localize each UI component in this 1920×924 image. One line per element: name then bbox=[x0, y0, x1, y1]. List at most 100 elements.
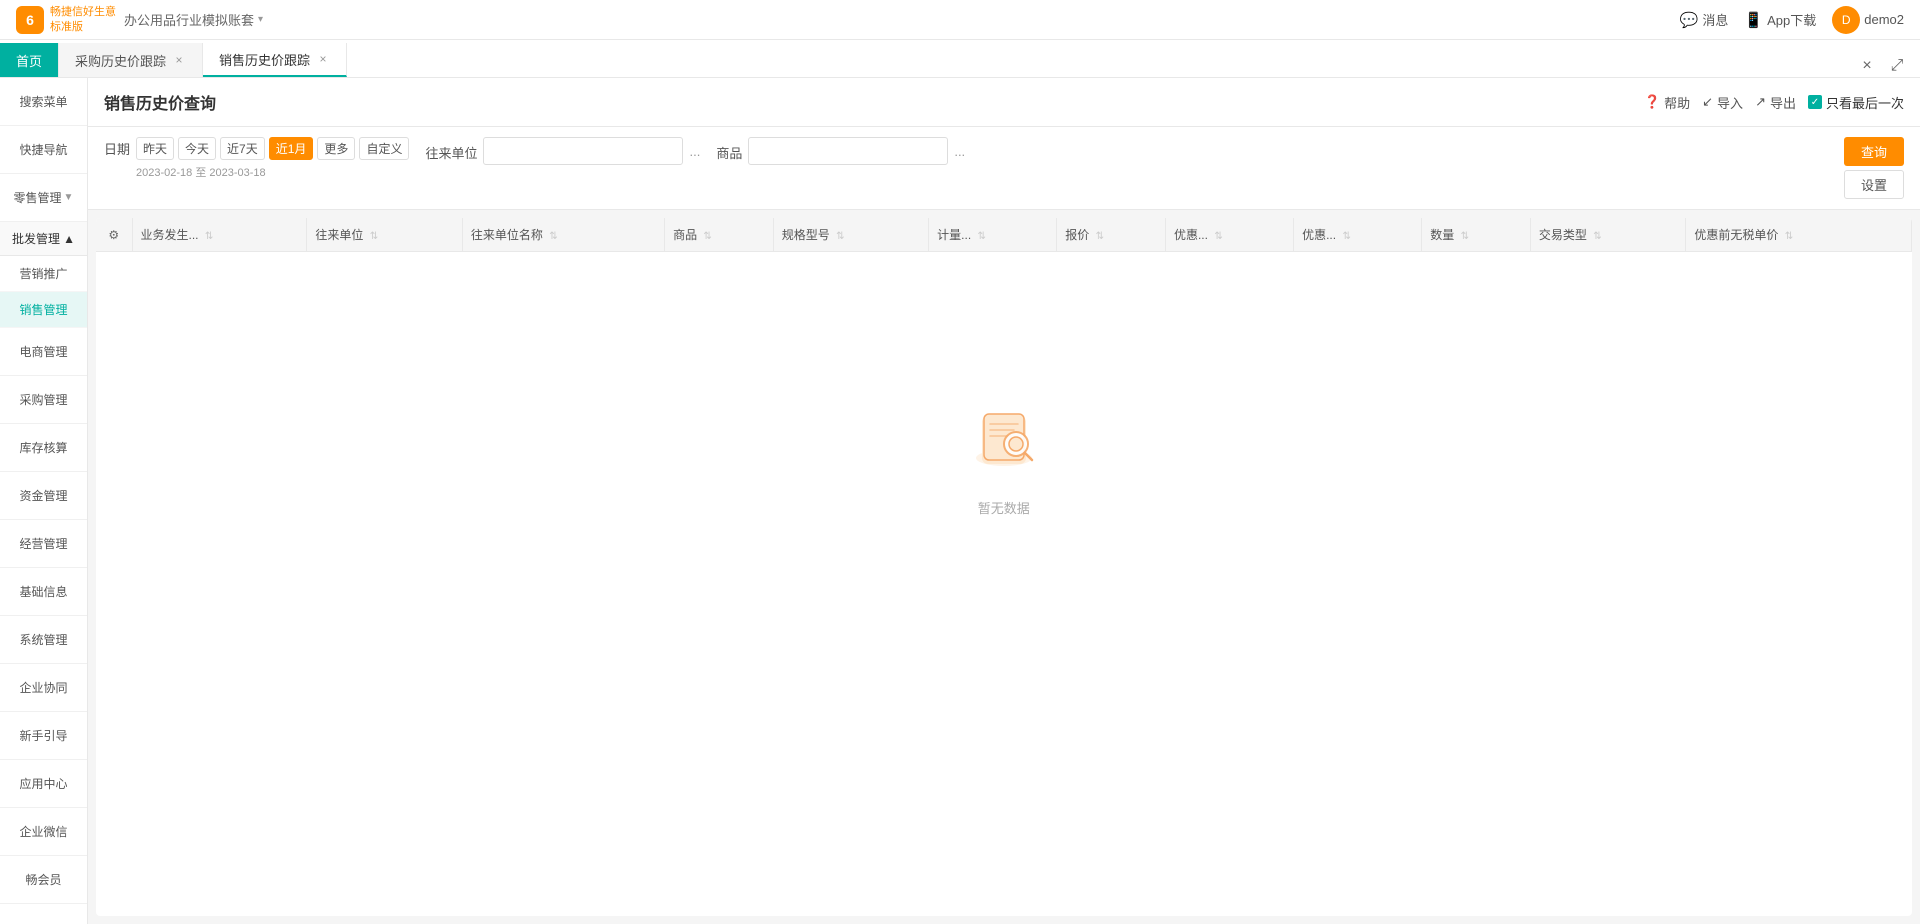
column-unit[interactable]: 计量... ⇅ bbox=[929, 218, 1057, 252]
column-qty[interactable]: 数量 ⇅ bbox=[1422, 218, 1531, 252]
message-icon: 💬 bbox=[1680, 11, 1699, 29]
column-discount1[interactable]: 优惠... ⇅ bbox=[1165, 218, 1293, 252]
user-name: demo2 bbox=[1864, 12, 1904, 27]
tab-home[interactable]: 首页 bbox=[0, 43, 59, 77]
date-buttons: 昨天 今天 近7天 近1月 更多 自定义 bbox=[136, 137, 409, 160]
partner-filter-group: 往来单位 ... bbox=[425, 137, 700, 165]
sidebar-item-label: 库存核算 bbox=[19, 439, 67, 456]
page-header: 销售历史价查询 ❓ 帮助 ↙ 导入 ↗ 导出 ✓ 只看最后一次 bbox=[88, 78, 1920, 127]
maximize-window-button[interactable]: ⤢ bbox=[1886, 55, 1908, 77]
sidebar-item-label: 企业微信 bbox=[19, 823, 67, 840]
goods-filter-dots[interactable]: ... bbox=[954, 144, 965, 159]
sidebar-item-enterprise-wechat[interactable]: 企业微信 bbox=[0, 808, 87, 856]
column-partner-code[interactable]: 往来单位 ⇅ bbox=[307, 218, 462, 252]
sidebar-item-label: 应用中心 bbox=[19, 775, 67, 792]
sidebar-item-enterprise-collab[interactable]: 企业协同 bbox=[0, 664, 87, 712]
column-trade-type[interactable]: 交易类型 ⇅ bbox=[1530, 218, 1685, 252]
settings-button[interactable]: 设置 bbox=[1844, 170, 1904, 199]
partner-filter-dots[interactable]: ... bbox=[689, 144, 700, 159]
sort-icon: ⇅ bbox=[1342, 231, 1350, 242]
sidebar-item-label: 资金管理 bbox=[19, 487, 67, 504]
sidebar-item-purchase-mgmt[interactable]: 采购管理 bbox=[0, 376, 87, 424]
page-title: 销售历史价查询 bbox=[104, 90, 216, 126]
import-button[interactable]: ↙ 导入 bbox=[1702, 93, 1743, 112]
goods-filter-group: 商品 ... bbox=[716, 137, 965, 165]
message-label: 消息 bbox=[1702, 10, 1728, 29]
sidebar-item-system-mgmt[interactable]: 系统管理 bbox=[0, 616, 87, 664]
date-btn-1month[interactable]: 近1月 bbox=[269, 137, 314, 160]
top-bar-right: 💬 消息 📱 App下载 D demo2 bbox=[1680, 6, 1904, 34]
import-icon: ↙ bbox=[1702, 94, 1713, 110]
sidebar-item-label: 采购管理 bbox=[19, 391, 67, 408]
sidebar-item-wholesale-mgmt[interactable]: 批发管理 ▲ bbox=[0, 222, 87, 256]
column-price-no-tax[interactable]: 优惠前无税单价 ⇅ bbox=[1686, 218, 1912, 252]
column-discount2[interactable]: 优惠... ⇅ bbox=[1294, 218, 1422, 252]
date-btn-7days[interactable]: 近7天 bbox=[220, 137, 265, 160]
sidebar-item-member[interactable]: 畅会员 bbox=[0, 856, 87, 904]
sidebar-item-label: 经营管理 bbox=[19, 535, 67, 552]
user-area[interactable]: D demo2 bbox=[1832, 6, 1904, 34]
sidebar-item-label: 企业协同 bbox=[19, 679, 67, 696]
sidebar-item-search-menu[interactable]: 搜索菜单 bbox=[0, 78, 87, 126]
column-biz-date[interactable]: 业务发生... ⇅ bbox=[132, 218, 307, 252]
partner-filter-input[interactable] bbox=[483, 137, 683, 165]
sidebar-item-ops-mgmt[interactable]: 经营管理 bbox=[0, 520, 87, 568]
tab-sales-history[interactable]: 销售历史价跟踪 × bbox=[203, 43, 347, 77]
logo-text: 畅捷信好生意 标准版 bbox=[50, 5, 116, 34]
empty-illustration bbox=[954, 386, 1054, 486]
empty-state-row: 暂无数据 bbox=[96, 252, 1912, 652]
sidebar-item-label: 批发管理 bbox=[12, 230, 60, 247]
close-window-button[interactable]: × bbox=[1856, 55, 1878, 77]
column-goods[interactable]: 商品 ⇅ bbox=[665, 218, 774, 252]
sort-icon: ⇅ bbox=[1785, 231, 1793, 242]
query-button[interactable]: 查询 bbox=[1844, 137, 1904, 166]
date-btn-more[interactable]: 更多 bbox=[317, 137, 355, 160]
sidebar-item-retail-mgmt[interactable]: 零售管理 ▼ bbox=[0, 174, 87, 222]
sidebar-item-new-guide[interactable]: 新手引导 bbox=[0, 712, 87, 760]
goods-filter-input[interactable] bbox=[748, 137, 948, 165]
sidebar-item-finance-mgmt[interactable]: 资金管理 bbox=[0, 472, 87, 520]
date-filter-label: 日期 bbox=[104, 137, 130, 158]
download-icon: 📱 bbox=[1744, 11, 1763, 29]
message-button[interactable]: 💬 消息 bbox=[1680, 10, 1729, 29]
export-label: 导出 bbox=[1770, 93, 1796, 112]
table-container: ⚙ 业务发生... ⇅ 往来单位 ⇅ 往来单位名称 ⇅ bbox=[96, 218, 1912, 916]
tab-purchase-history[interactable]: 采购历史价跟踪 × bbox=[59, 43, 203, 77]
sidebar-item-marketing[interactable]: 营销推广 bbox=[0, 256, 87, 292]
app-download-button[interactable]: 📱 App下载 bbox=[1744, 10, 1816, 29]
tab-sales-history-close[interactable]: × bbox=[316, 52, 330, 66]
sidebar-item-sales-mgmt[interactable]: 销售管理 bbox=[0, 292, 87, 328]
empty-text: 暂无数据 bbox=[978, 498, 1030, 517]
avatar-initials: D bbox=[1842, 13, 1851, 27]
sidebar-item-basic-info[interactable]: 基础信息 bbox=[0, 568, 87, 616]
export-button[interactable]: ↗ 导出 bbox=[1755, 93, 1796, 112]
sort-icon: ⇅ bbox=[1096, 231, 1104, 242]
last-only-checkbox[interactable]: ✓ bbox=[1808, 95, 1822, 109]
date-btn-today[interactable]: 今天 bbox=[178, 137, 216, 160]
main-layout: 搜索菜单 快捷导航 零售管理 ▼ 批发管理 ▲ 营销推广 销售管理 电商管理 采… bbox=[0, 78, 1920, 924]
date-options: 昨天 今天 近7天 近1月 更多 自定义 2023-02-18 至 2023-0… bbox=[136, 137, 409, 180]
sidebar-item-app-center[interactable]: 应用中心 bbox=[0, 760, 87, 808]
sidebar-item-label: 营销推广 bbox=[19, 265, 67, 282]
column-settings[interactable]: ⚙ bbox=[96, 218, 132, 252]
table-header-row: ⚙ 业务发生... ⇅ 往来单位 ⇅ 往来单位名称 ⇅ bbox=[96, 218, 1912, 252]
sidebar-item-label: 快捷导航 bbox=[19, 141, 67, 158]
filter-bar: 日期 昨天 今天 近7天 近1月 更多 自定义 2023-02-18 至 202… bbox=[88, 127, 1920, 210]
sort-icon: ⇅ bbox=[836, 231, 844, 242]
column-quote[interactable]: 报价 ⇅ bbox=[1057, 218, 1166, 252]
app-selector[interactable]: 办公用品行业模拟账套 ▾ bbox=[124, 10, 263, 29]
sidebar-item-ecommerce-mgmt[interactable]: 电商管理 bbox=[0, 328, 87, 376]
column-partner-name[interactable]: 往来单位名称 ⇅ bbox=[462, 218, 664, 252]
column-spec[interactable]: 规格型号 ⇅ bbox=[773, 218, 928, 252]
sidebar-item-inventory-check[interactable]: 库存核算 bbox=[0, 424, 87, 472]
last-only-checkbox-label[interactable]: ✓ 只看最后一次 bbox=[1808, 93, 1904, 112]
tab-home-label: 首页 bbox=[16, 51, 42, 70]
tab-purchase-history-close[interactable]: × bbox=[172, 53, 186, 67]
date-btn-custom[interactable]: 自定义 bbox=[359, 137, 409, 160]
logo-icon: 6 bbox=[16, 6, 44, 34]
help-button[interactable]: ❓ 帮助 bbox=[1644, 93, 1690, 112]
sidebar-item-quick-nav[interactable]: 快捷导航 bbox=[0, 126, 87, 174]
date-btn-yesterday[interactable]: 昨天 bbox=[136, 137, 174, 160]
tab-purchase-history-label: 采购历史价跟踪 bbox=[75, 51, 166, 70]
sort-icon: ⇅ bbox=[1593, 231, 1601, 242]
